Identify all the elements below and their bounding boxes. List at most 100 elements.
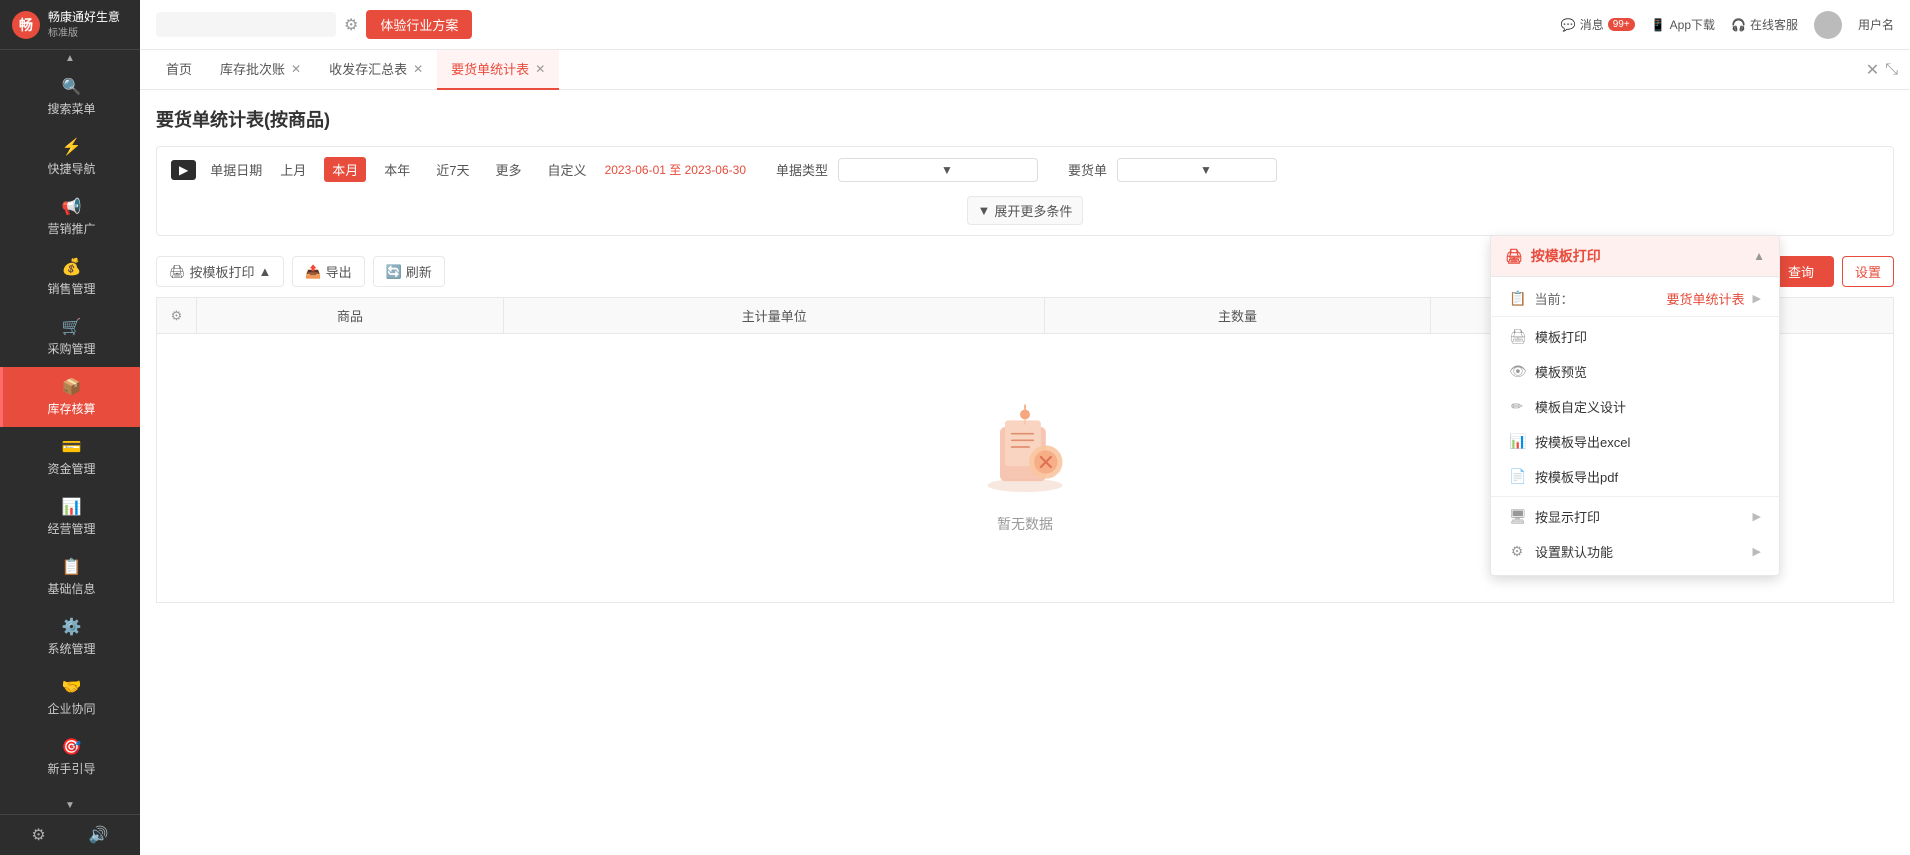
col-unit: 主计量单位 [503, 298, 1045, 334]
ops-icon: 📊 [62, 497, 82, 517]
topbar-search-text [166, 18, 190, 32]
tab-expand-btn[interactable]: ⤡ [1885, 60, 1898, 80]
topbar-gear-icon[interactable]: ⚙ [344, 15, 358, 35]
sidebar-item-guide[interactable]: 🎯 新手引导 [0, 727, 140, 787]
dropdown-item-set-default[interactable]: ⚙ 设置默认功能 ▶ [1491, 534, 1779, 569]
sidebar-item-label: 搜索菜单 [47, 100, 95, 117]
sidebar-scroll-down[interactable]: ▼ [0, 797, 140, 814]
print-btn[interactable]: 🖨 按模板打印 ▲ [156, 256, 284, 287]
dropdown-item-display-print[interactable]: 🖥 按显示打印 ▶ [1491, 499, 1779, 534]
sidebar-item-label: 库存核算 [47, 400, 95, 417]
demand-goods-label: 要货单 [1068, 160, 1107, 179]
dropdown-item-template-preview[interactable]: 👁 模板预览 [1491, 354, 1779, 389]
demand-goods-arrow: ▼ [1200, 163, 1268, 177]
order-type-label: 单据类型 [776, 160, 828, 179]
trial-btn[interactable]: 体验行业方案 [366, 10, 472, 39]
purchase-icon: 🛒 [62, 317, 82, 337]
dropdown-submenu: 📋 当前： 要货单统计表 ▶ 🖨 模板打印 👁 模板预览 ✏ 模板自定义设计 [1491, 277, 1779, 575]
dropdown-header[interactable]: 🖨 按模板打印 ▲ [1491, 236, 1779, 277]
set-default-arrow: ▶ [1753, 545, 1761, 558]
tab-demand-stats-close[interactable]: ✕ [535, 62, 545, 76]
tab-inventory-batch[interactable]: 库存批次账 ✕ [206, 50, 315, 90]
tab-receipts-summary-close[interactable]: ✕ [413, 62, 423, 76]
export-btn[interactable]: 📤 导出 [292, 256, 364, 287]
message-item[interactable]: 💬 消息 99+ [1561, 16, 1635, 33]
col-quantity: 主数量 [1045, 298, 1430, 334]
expand-conditions-btn[interactable]: ▼ 展开更多条件 [967, 196, 1084, 225]
expand-label: 展开更多条件 [994, 201, 1072, 220]
sidebar-logo: 畅 畅康通好生意 标准版 [0, 0, 140, 50]
demand-goods-select[interactable]: ▼ [1117, 158, 1277, 182]
dropdown-item-template-print[interactable]: 🖨 模板打印 [1491, 319, 1779, 354]
sidebar-item-label: 快捷导航 [47, 160, 95, 177]
dropdown-item-export-excel[interactable]: 📊 按模板导出excel [1491, 424, 1779, 459]
settings-btn[interactable]: 设置 [1842, 256, 1894, 287]
display-print-arrow: ▶ [1753, 510, 1761, 523]
inventory-icon: 📦 [62, 377, 82, 397]
print-label: 按模板打印 [190, 262, 255, 281]
date-btn-more[interactable]: 更多 [488, 157, 530, 182]
sidebar-item-purchase[interactable]: 🛒 采购管理 [0, 307, 140, 367]
filter-toggle-btn[interactable]: ▶ [171, 160, 196, 180]
template-print-icon: 🖨 [1509, 328, 1525, 345]
topbar-search-wrap [156, 12, 336, 37]
display-print-label: 按显示打印 [1535, 507, 1600, 526]
sidebar-item-label: 新手引导 [47, 760, 95, 777]
date-btn-last-7-days[interactable]: 近7天 [428, 157, 477, 182]
tab-close-all-btn[interactable]: ✕ [1866, 60, 1879, 80]
dropdown-item-export-pdf[interactable]: 📄 按模板导出pdf [1491, 459, 1779, 494]
sidebar-item-finance[interactable]: 💳 资金管理 [0, 427, 140, 487]
page-content: 要货单统计表(按商品) ▶ 单据日期 上月 本月 本年 近7天 更多 自定义 2… [140, 90, 1910, 855]
custom-design-icon: ✏ [1509, 398, 1525, 415]
date-btn-custom[interactable]: 自定义 [540, 157, 595, 182]
order-type-select[interactable]: ▼ [838, 158, 1038, 182]
display-print-icon: 🖥 [1509, 508, 1525, 525]
sidebar-item-app-center[interactable]: 📱 应用中心 [0, 787, 140, 797]
sales-icon: 💰 [62, 257, 82, 277]
date-btn-last-month[interactable]: 上月 [272, 157, 314, 182]
custom-design-label: 模板自定义设计 [1535, 397, 1626, 416]
tabs-bar: 首页 库存批次账 ✕ 收发存汇总表 ✕ 要货单统计表 ✕ ✕ ⤡ [140, 50, 1910, 90]
sidebar-item-quick-nav[interactable]: ⚡ 快捷导航 [0, 127, 140, 187]
tab-receipts-summary[interactable]: 收发存汇总表 ✕ [315, 50, 437, 90]
search-menu-icon: 🔍 [62, 77, 82, 97]
message-badge: 99+ [1608, 18, 1635, 31]
settings-bottom-icon[interactable]: ⚙ [31, 825, 45, 845]
sidebar-scroll-up[interactable]: ▲ [0, 50, 140, 67]
sidebar-item-ops[interactable]: 📊 经营管理 [0, 487, 140, 547]
sidebar-item-basic-info[interactable]: 📋 基础信息 [0, 547, 140, 607]
sidebar-item-enterprise-collab[interactable]: 🤝 企业协同 [0, 667, 140, 727]
date-btn-this-month[interactable]: 本月 [324, 157, 366, 182]
col-settings[interactable]: ⚙ [157, 298, 197, 334]
app-download-label: App下载 [1670, 16, 1715, 33]
volume-bottom-icon[interactable]: 🔊 [89, 825, 109, 845]
expand-icon: ▼ [978, 203, 991, 218]
template-print-label: 模板打印 [1535, 327, 1587, 346]
finance-icon: 💳 [62, 437, 82, 457]
app-download-icon: 📱 [1651, 18, 1666, 32]
sidebar-items: 🔍 搜索菜单 ⚡ 快捷导航 📢 营销推广 💰 销售管理 🛒 采购管理 📦 库存核… [0, 67, 140, 797]
online-service-icon: 🎧 [1731, 18, 1746, 32]
sidebar-item-inventory[interactable]: 📦 库存核算 [0, 367, 140, 427]
dropdown-item-custom-design[interactable]: ✏ 模板自定义设计 [1491, 389, 1779, 424]
sidebar-item-label: 销售管理 [47, 280, 95, 297]
system-icon: ⚙️ [62, 617, 82, 637]
online-service-item[interactable]: 🎧 在线客服 [1731, 16, 1798, 33]
empty-icon [975, 402, 1075, 502]
empty-text: 暂无数据 [997, 514, 1053, 534]
sidebar-item-search-menu[interactable]: 🔍 搜索菜单 [0, 67, 140, 127]
avatar[interactable] [1814, 11, 1842, 39]
tab-inventory-batch-close[interactable]: ✕ [291, 62, 301, 76]
sidebar-item-marketing[interactable]: 📢 营销推广 [0, 187, 140, 247]
refresh-btn[interactable]: 🔄 刷新 [373, 256, 445, 287]
sidebar-item-sales[interactable]: 💰 销售管理 [0, 247, 140, 307]
table-settings-icon[interactable]: ⚙ [171, 308, 183, 323]
print-arrow-icon: ▲ [259, 264, 272, 279]
app-download-item[interactable]: 📱 App下载 [1651, 16, 1715, 33]
sidebar-item-system[interactable]: ⚙️ 系统管理 [0, 607, 140, 667]
tab-home[interactable]: 首页 [152, 50, 206, 90]
tab-demand-stats[interactable]: 要货单统计表 ✕ [437, 50, 559, 90]
order-type-arrow: ▼ [941, 163, 1029, 177]
date-btn-this-year[interactable]: 本年 [376, 157, 418, 182]
tab-receipts-summary-label: 收发存汇总表 [329, 59, 407, 78]
